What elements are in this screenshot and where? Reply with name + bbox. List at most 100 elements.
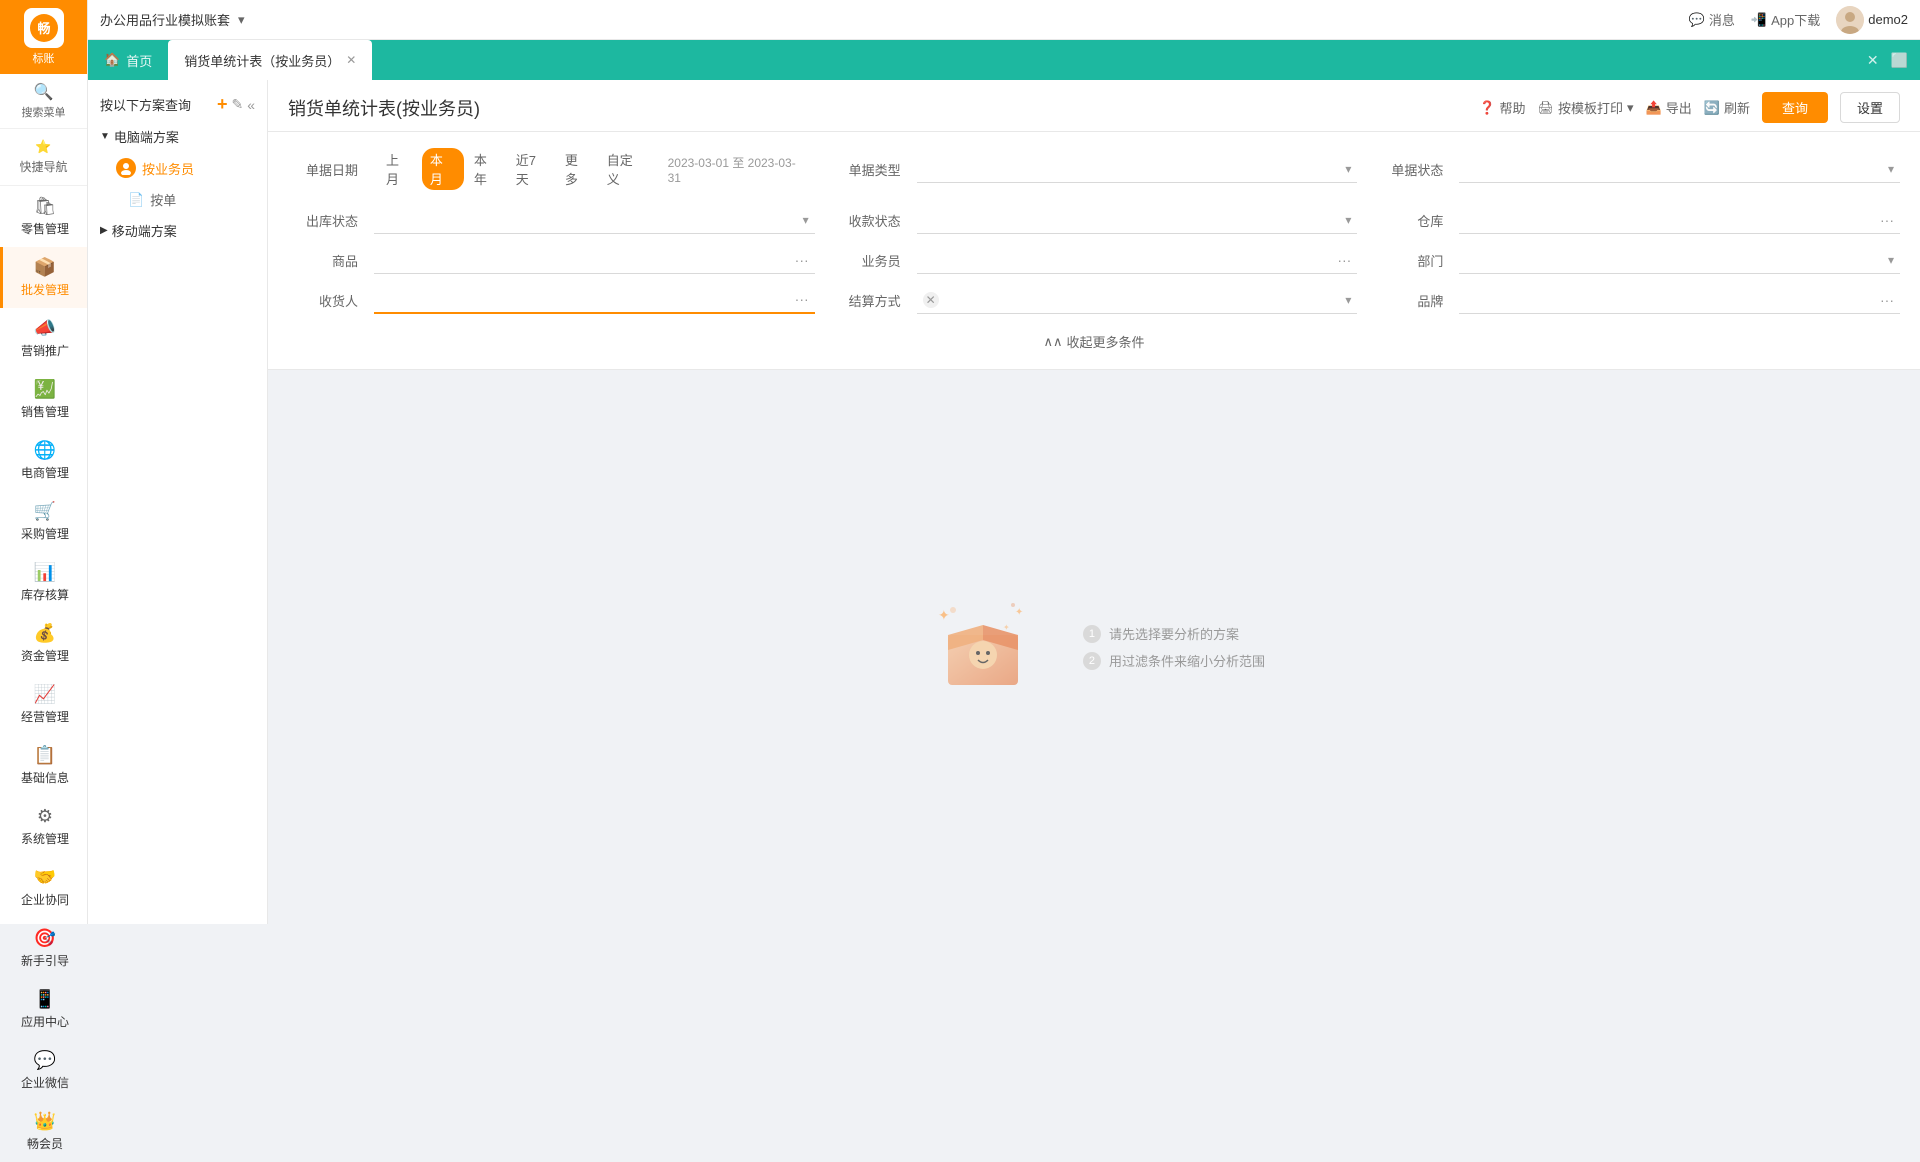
- settlement-clear-btn[interactable]: ✕: [923, 292, 939, 308]
- payment-filter[interactable]: ▾: [917, 206, 1358, 234]
- username-label: demo2: [1868, 12, 1908, 27]
- newbie-icon: 🎯: [34, 928, 56, 949]
- scheme-group-desktop-header[interactable]: ▼ 电脑端方案: [88, 121, 267, 152]
- dept-filter[interactable]: ▾: [1459, 246, 1900, 274]
- newbie-label: 新手引导: [21, 952, 69, 969]
- export-label: 导出: [1666, 98, 1692, 117]
- date-tab-7days[interactable]: 近7天: [510, 148, 555, 190]
- sidebar-item-finance[interactable]: 💰 资金管理: [0, 613, 87, 674]
- collapse-btn[interactable]: ∧∧ 收起更多条件: [288, 326, 1900, 357]
- operation-icon: 📈: [34, 684, 56, 705]
- quick-nav[interactable]: ⭐ 快捷导航: [0, 129, 87, 186]
- wechat-label: 企业微信: [21, 1074, 69, 1091]
- delivery-filter[interactable]: ▾: [374, 206, 815, 234]
- tab-maximize-btn[interactable]: ⬜: [1887, 48, 1912, 73]
- scheme-group-desktop-label: 电脑端方案: [114, 127, 179, 146]
- product-filter[interactable]: ···: [374, 246, 815, 274]
- sidebar-item-retail[interactable]: 🛍 零售管理: [0, 186, 87, 247]
- refresh-label: 刷新: [1724, 98, 1750, 117]
- message-label: 消息: [1709, 10, 1735, 29]
- warehouse-dots-icon: ···: [1880, 212, 1894, 228]
- export-btn[interactable]: 📤 导出: [1646, 98, 1692, 117]
- edit-scheme-btn[interactable]: ✎: [231, 96, 243, 113]
- settlement-filter[interactable]: ✕ ▾: [917, 286, 1358, 314]
- logo-icon: 畅: [24, 8, 64, 48]
- scheme-item-doc[interactable]: 📄 按单: [88, 184, 267, 215]
- type-filter[interactable]: ▾: [917, 155, 1358, 183]
- sidebar-item-wechat[interactable]: 💬 企业微信: [0, 1040, 87, 1101]
- logo-text: 标账: [33, 52, 55, 66]
- search-menu[interactable]: 🔍 搜索菜单: [0, 74, 87, 129]
- wholesale-label: 批发管理: [21, 281, 69, 298]
- empty-tip-2: 2 用过滤条件来缩小分析范围: [1083, 651, 1265, 670]
- collapse-chevron-icon: ∧∧: [1043, 334, 1062, 350]
- company-dropdown[interactable]: ▾: [238, 12, 245, 28]
- help-btn[interactable]: ❓ 帮助: [1479, 98, 1525, 117]
- finance-label: 资金管理: [21, 647, 69, 664]
- home-icon: 🏠: [104, 52, 120, 68]
- sidebar-item-operation[interactable]: 📈 经营管理: [0, 674, 87, 735]
- corp-label: 企业协同: [21, 891, 69, 908]
- sidebar-item-newbie[interactable]: 🎯 新手引导: [0, 918, 87, 979]
- sidebar-item-ecommerce[interactable]: 🌐 电商管理: [0, 430, 87, 491]
- status-filter[interactable]: ▾: [1459, 155, 1900, 183]
- avatar: [1836, 6, 1864, 34]
- payment-label: 收款状态: [831, 211, 901, 230]
- warehouse-label: 仓库: [1373, 211, 1443, 230]
- tip1-text: 请先选择要分析的方案: [1109, 624, 1239, 643]
- dept-label: 部门: [1373, 251, 1443, 270]
- scheme-group-mobile-header[interactable]: ▶ 移动端方案: [88, 215, 267, 246]
- date-tab-last-month[interactable]: 上月: [380, 148, 418, 190]
- refresh-btn[interactable]: 🔄 刷新: [1704, 98, 1750, 117]
- delivery-label: 出库状态: [288, 211, 358, 230]
- query-button[interactable]: 查询: [1762, 92, 1828, 123]
- sidebar-item-wholesale[interactable]: 📦 批发管理: [0, 247, 87, 308]
- sidebar-item-system[interactable]: ⚙ 系统管理: [0, 796, 87, 857]
- scheme-item-salesman[interactable]: 按业务员: [88, 152, 267, 184]
- date-tabs: 上月 本月 本年 近7天 更多 自定义: [380, 148, 652, 190]
- status-label: 单据状态: [1373, 160, 1443, 179]
- sidebar: 畅 标账 🔍 搜索菜单 ⭐ 快捷导航 🛍 零售管理 📦 批发管理 📣 营销推广 …: [0, 0, 88, 924]
- add-scheme-btn[interactable]: +: [217, 94, 228, 115]
- sidebar-item-marketing[interactable]: 📣 营销推广: [0, 308, 87, 369]
- date-tab-this-year[interactable]: 本年: [468, 148, 506, 190]
- filter-row-4: 收货人 ··· 结算方式 ✕ ▾ 品牌 ···: [288, 286, 1900, 314]
- date-tab-this-month[interactable]: 本月: [422, 148, 464, 190]
- empty-tip-1: 1 请先选择要分析的方案: [1083, 624, 1239, 643]
- brand-filter[interactable]: ···: [1459, 286, 1900, 314]
- member-label: 畅会员: [27, 1135, 63, 1152]
- sidebar-item-purchase[interactable]: 🛒 采购管理: [0, 491, 87, 552]
- sidebar-item-inventory[interactable]: 📊 库存核算: [0, 552, 87, 613]
- tabbar: 🏠 首页 销货单统计表（按业务员） ✕ ✕ ⬜: [88, 40, 1920, 80]
- scheme-group-desktop: ▼ 电脑端方案 按业务员 📄 按单: [88, 121, 267, 215]
- tab-sales-stat[interactable]: 销货单统计表（按业务员） ✕: [168, 40, 372, 80]
- type-dropdown-icon: ▾: [1345, 162, 1351, 176]
- sidebar-item-sales[interactable]: 💹 销售管理: [0, 369, 87, 430]
- salesman-filter[interactable]: ···: [917, 246, 1358, 274]
- settlement-dropdown-icon: ▾: [1345, 293, 1351, 307]
- collapse-panel-btn[interactable]: «: [247, 97, 255, 113]
- date-tab-more[interactable]: 更多: [559, 148, 597, 190]
- consignee-filter[interactable]: ···: [374, 286, 815, 314]
- message-btn[interactable]: 💬 消息: [1689, 10, 1735, 29]
- sidebar-item-basic[interactable]: 📋 基础信息: [0, 735, 87, 796]
- template-print-btn[interactable]: 🖨 按模板打印 ▾: [1538, 98, 1634, 117]
- quick-nav-icon: ⭐: [35, 139, 51, 155]
- warehouse-filter[interactable]: ···: [1459, 206, 1900, 234]
- sidebar-item-member[interactable]: 👑 畅会员: [0, 1101, 87, 1162]
- template-print-label: 按模板打印: [1558, 98, 1623, 117]
- operation-label: 经营管理: [21, 708, 69, 725]
- app-download-icon: 📲: [1751, 12, 1767, 28]
- tab-close-btn[interactable]: ✕: [346, 53, 356, 67]
- svg-text:✦: ✦: [1003, 623, 1010, 632]
- app-download-btn[interactable]: 📲 App下载: [1751, 10, 1820, 29]
- sidebar-item-corp[interactable]: 🤝 企业协同: [0, 857, 87, 918]
- tab-home[interactable]: 🏠 首页: [88, 40, 168, 80]
- tab-close-window-btn[interactable]: ✕: [1863, 48, 1883, 73]
- purchase-label: 采购管理: [21, 525, 69, 542]
- product-label: 商品: [288, 251, 358, 270]
- settings-button[interactable]: 设置: [1840, 92, 1900, 123]
- date-tab-custom[interactable]: 自定义: [601, 148, 652, 190]
- user-menu[interactable]: demo2: [1836, 6, 1908, 34]
- sidebar-item-apps[interactable]: 📱 应用中心: [0, 979, 87, 1040]
